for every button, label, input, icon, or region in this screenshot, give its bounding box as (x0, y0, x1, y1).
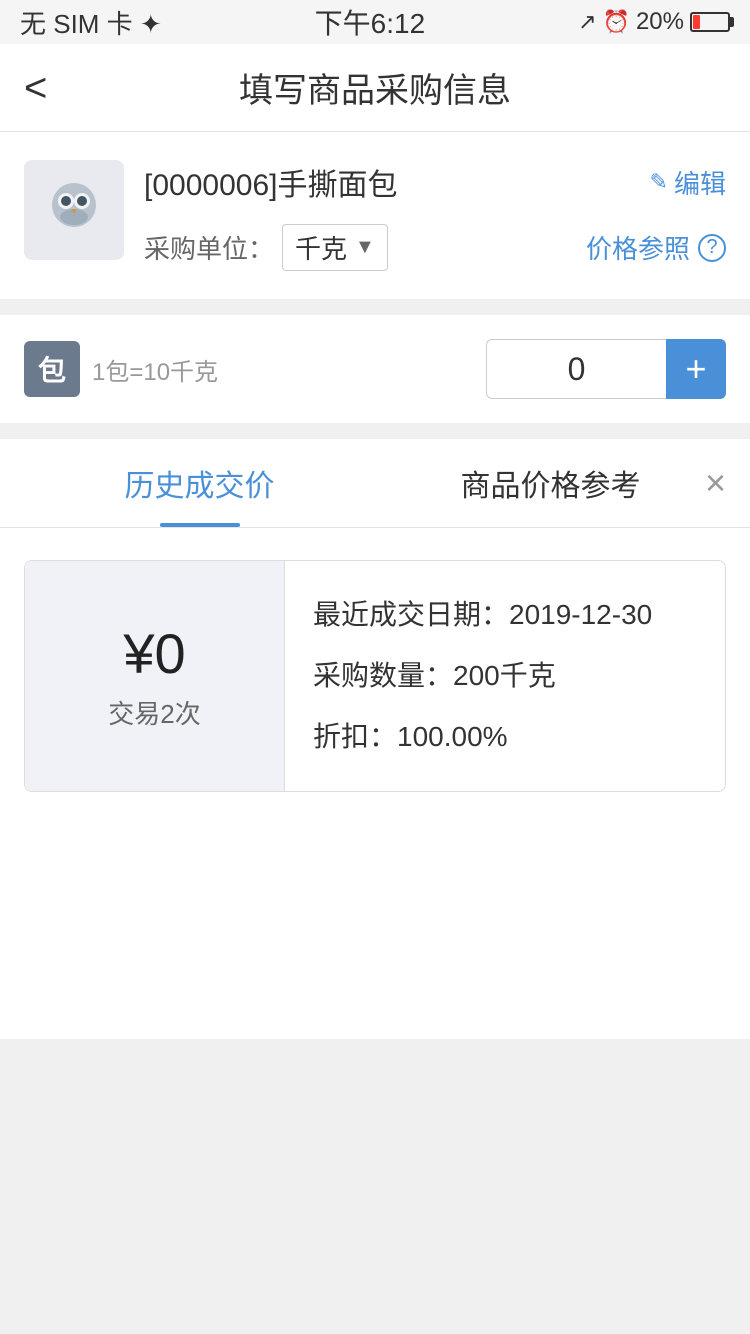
battery-percent: 20% (636, 8, 684, 36)
tab-price-reference[interactable]: 商品价格参考 (375, 439, 726, 527)
status-left: 无 SIM 卡 ✦ (20, 4, 162, 41)
tab-history-price[interactable]: 历史成交价 (24, 439, 375, 527)
quantity-row: 包 1包=10千克 0 + (0, 315, 750, 423)
unit-label: 采购单位： (144, 229, 274, 266)
price-card: ¥0 交易2次 最近成交日期：2019-12-30 采购数量：200千克 折扣：… (24, 560, 726, 792)
product-info: [0000006]手撕面包 ✎ 编辑 采购单位： 千克 ▼ 价格参照 ? (144, 160, 726, 271)
location-icon: ↗ (578, 9, 596, 35)
panel-tabs: 历史成交价 商品价格参考 × (0, 439, 750, 528)
unit-badge: 包 (24, 341, 80, 397)
tab-active-indicator (160, 523, 240, 527)
quantity-right: 0 + (486, 339, 726, 399)
trade-count: 交易2次 (108, 694, 200, 731)
back-button[interactable]: < (24, 68, 47, 108)
price-ref-label: 价格参照 (586, 229, 690, 266)
quantity-input[interactable]: 0 (486, 339, 666, 399)
product-section: [0000006]手撕面包 ✎ 编辑 采购单位： 千克 ▼ 价格参照 ? (0, 132, 750, 299)
page-title: 填写商品采购信息 (239, 63, 511, 112)
discount-row: 折扣：100.00% (313, 715, 697, 760)
price-card-right: 最近成交日期：2019-12-30 采购数量：200千克 折扣：100.00% (285, 561, 725, 791)
alarm-icon: ⏰ (603, 9, 630, 35)
price-display: ¥0 (123, 621, 185, 686)
quantity-increment-button[interactable]: + (666, 339, 726, 399)
edit-button[interactable]: ✎ 编辑 (650, 164, 726, 201)
recent-date-row: 最近成交日期：2019-12-30 (313, 593, 697, 638)
product-unit-row: 采购单位： 千克 ▼ 价格参照 ? (144, 224, 726, 271)
nav-bar: < 填写商品采购信息 (0, 44, 750, 132)
unit-select[interactable]: 千克 ▼ (282, 224, 388, 271)
edit-label: 编辑 (674, 164, 726, 201)
tab-price-ref-label: 商品价格参考 (461, 461, 641, 505)
quantity-left: 包 1包=10千克 (24, 341, 218, 397)
unit-conversion-note: 1包=10千克 (92, 352, 218, 387)
panel-close-button[interactable]: × (705, 465, 726, 501)
price-amount: 0 (155, 622, 186, 685)
unit-value: 千克 (295, 229, 347, 266)
product-header: [0000006]手撕面包 ✎ 编辑 (144, 160, 726, 204)
currency-symbol: ¥ (123, 622, 154, 685)
tab-history-label: 历史成交价 (125, 461, 275, 505)
purchase-qty-row: 采购数量：200千克 (313, 654, 697, 699)
help-icon: ? (698, 234, 726, 262)
product-name: [0000006]手撕面包 (144, 160, 397, 204)
section-divider-1 (0, 299, 750, 315)
status-bar: 无 SIM 卡 ✦ 下午6:12 ↗ ⏰ 20% (0, 0, 750, 44)
product-thumbnail (24, 160, 124, 260)
price-card-left: ¥0 交易2次 (25, 561, 285, 791)
panel-content: ¥0 交易2次 最近成交日期：2019-12-30 采购数量：200千克 折扣：… (0, 528, 750, 824)
panel-divider (0, 423, 750, 439)
edit-icon: ✎ (650, 169, 668, 195)
sim-label: 无 SIM 卡 ✦ (20, 4, 162, 41)
dropdown-arrow-icon: ▼ (355, 236, 375, 259)
product-image-icon (39, 175, 109, 245)
status-right: ↗ ⏰ 20% (578, 8, 730, 36)
price-ref-button[interactable]: 价格参照 ? (586, 229, 726, 266)
battery-icon (690, 12, 730, 32)
status-time: 下午6:12 (315, 2, 426, 42)
price-panel: 历史成交价 商品价格参考 × ¥0 交易2次 最近成交日期：2019-12-30… (0, 439, 750, 1039)
